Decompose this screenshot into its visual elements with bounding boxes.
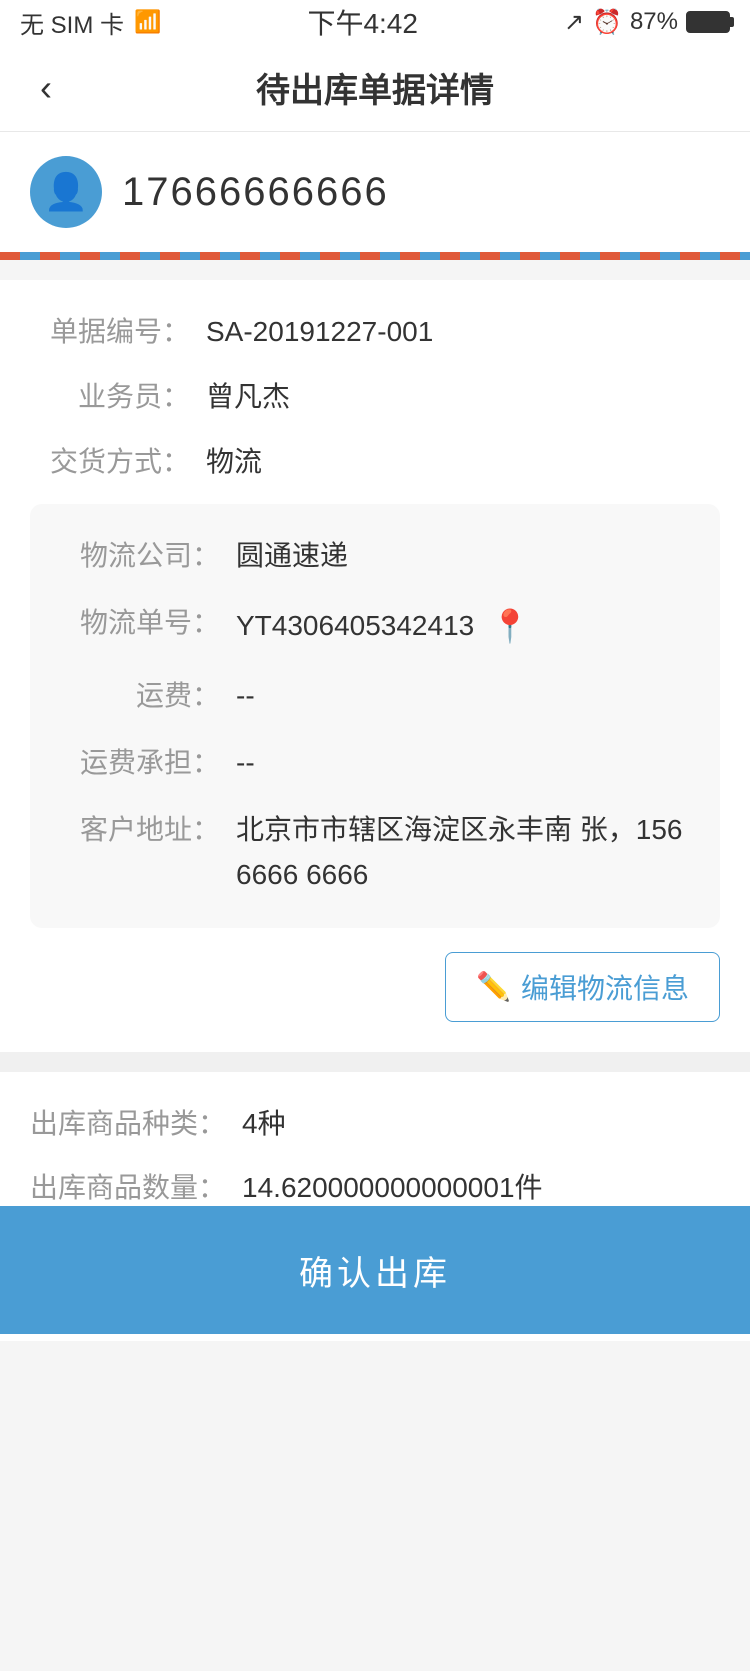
- company-value: 圆通速递: [236, 534, 690, 579]
- freight-bear-value: --: [236, 741, 690, 786]
- bottom-spacer: [0, 1341, 750, 1541]
- address-row: 客户地址： 北京市市辖区海淀区永丰南 张，156 6666 6666: [60, 808, 690, 898]
- agent-row: 业务员： 曾凡杰: [30, 375, 720, 420]
- delivery-value: 物流: [206, 440, 720, 485]
- goods-type-value: 4种: [242, 1102, 720, 1147]
- freight-row: 运费： --: [60, 674, 690, 719]
- company-row: 物流公司： 圆通速递: [60, 534, 690, 579]
- tracking-row: 物流单号： YT43064053424​13 📍: [60, 601, 690, 652]
- logistics-section: 物流公司： 圆通速递 物流单号： YT43064053424​13 📍 运费： …: [30, 504, 720, 927]
- customer-header: 👤 17666666666: [0, 132, 750, 252]
- delivery-label: 交货方式：: [30, 440, 190, 485]
- confirm-btn-wrap: 确认出库: [0, 1206, 750, 1334]
- address-value: 北京市市辖区海淀区永丰南 张，156 6666 6666: [236, 808, 690, 898]
- tracking-label: 物流单号：: [60, 601, 220, 646]
- address-label: 客户地址：: [60, 808, 220, 853]
- tracking-num-text: YT43064053424​13: [236, 604, 474, 649]
- edit-logistics-label: 编辑物流信息: [521, 967, 689, 1007]
- confirm-button[interactable]: 确认出库: [0, 1226, 750, 1314]
- goods-quantity-label: 出库商品数量：: [30, 1166, 226, 1211]
- section-divider: [0, 1052, 750, 1072]
- delivery-row: 交货方式： 物流: [30, 440, 720, 485]
- goods-type-row: 出库商品种类： 4种: [30, 1102, 720, 1147]
- freight-bear-label: 运费承担：: [60, 741, 220, 786]
- order-num-value: SA-20191227-001: [206, 310, 720, 355]
- edit-logistics-btn-wrap: ✏️ 编辑物流信息: [30, 952, 720, 1022]
- location-status-icon: ↗: [564, 8, 584, 37]
- status-left: 无 SIM 卡 📶: [20, 5, 161, 40]
- goods-type-label: 出库商品种类：: [30, 1102, 226, 1147]
- status-bar: 无 SIM 卡 📶 下午4:42 ↗ ⏰ 87%: [0, 0, 750, 44]
- company-label: 物流公司：: [60, 534, 220, 579]
- agent-value: 曾凡杰: [206, 375, 720, 420]
- customer-phone: 17666666666: [122, 170, 389, 215]
- edit-logistics-button[interactable]: ✏️ 编辑物流信息: [445, 952, 720, 1022]
- edit-icon: ✏️: [476, 970, 511, 1003]
- nav-bar: ‹ 待出库单据详情: [0, 44, 750, 132]
- freight-value: --: [236, 674, 690, 719]
- alarm-icon: ⏰: [592, 8, 622, 37]
- tracking-location-icon[interactable]: 📍: [490, 601, 530, 652]
- battery-icon: [686, 11, 730, 33]
- freight-bear-row: 运费承担： --: [60, 741, 690, 786]
- back-button[interactable]: ‹: [30, 57, 62, 119]
- order-num-row: 单据编号： SA-20191227-001: [30, 310, 720, 355]
- avatar: 👤: [30, 156, 102, 228]
- tracking-value: YT43064053424​13 📍: [236, 601, 690, 652]
- dashed-divider: [0, 252, 750, 260]
- freight-label: 运费：: [60, 674, 220, 719]
- carrier-text: 无 SIM 卡: [20, 5, 124, 40]
- goods-quantity-row: 出库商品数量： 14.620000000000001件: [30, 1166, 720, 1211]
- wifi-icon: 📶: [134, 9, 161, 35]
- battery-text: 87%: [630, 8, 678, 36]
- avatar-icon: 👤: [44, 171, 89, 213]
- status-time: 下午4:42: [307, 2, 418, 42]
- agent-label: 业务员：: [30, 375, 190, 420]
- goods-quantity-value: 14.620000000000001件: [242, 1166, 720, 1211]
- order-num-label: 单据编号：: [30, 310, 190, 355]
- order-info-section: 单据编号： SA-20191227-001 业务员： 曾凡杰 交货方式： 物流 …: [0, 280, 750, 1052]
- page-title: 待出库单据详情: [256, 63, 494, 112]
- status-right: ↗ ⏰ 87%: [564, 8, 730, 37]
